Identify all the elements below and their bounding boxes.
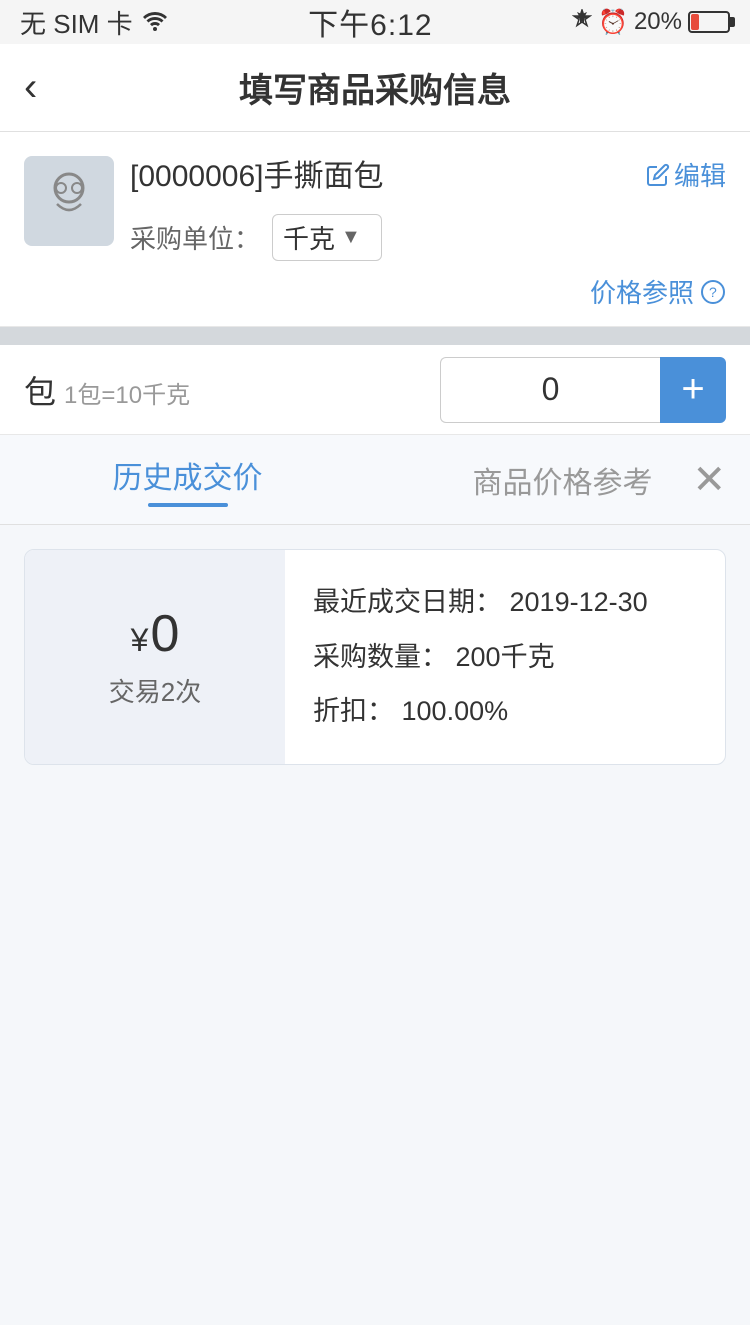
unit-select-text: 千克 [283, 219, 335, 256]
wifi-icon [141, 7, 169, 38]
edit-link[interactable]: 编辑 [646, 156, 726, 193]
unit-label: 采购单位： [130, 219, 260, 256]
trade-count: 交易2次 [109, 672, 201, 709]
quantity-unit-name: 包 [24, 367, 56, 413]
svg-text:?: ? [709, 284, 717, 300]
price-value: 0 [150, 604, 179, 664]
last-date-row: 最近成交日期： 2019-12-30 [313, 582, 697, 623]
status-bar: 无 SIM 卡 下午6:12 ⏰ 20% [0, 0, 750, 44]
price-ref-label: 价格参照 [590, 273, 694, 310]
discount-row: 折扣： 100.00% [313, 691, 697, 732]
tab-bar: 历史成交价 商品价格参考 ✕ [0, 435, 750, 525]
section-divider [0, 327, 750, 345]
tab-price-ref-label: 商品价格参考 [473, 458, 653, 502]
tab-history-label: 历史成交价 [113, 453, 263, 497]
unit-dropdown-arrow-icon: ▼ [341, 226, 361, 249]
discount-label: 折扣： [313, 696, 394, 726]
price-ref-row: 价格参照 ? [24, 273, 726, 310]
battery-icon [688, 11, 730, 33]
content-area: ¥ 0 交易2次 最近成交日期： 2019-12-30 采购数量： 200千克 … [0, 525, 750, 1325]
product-thumbnail [24, 156, 114, 246]
quantity-row-detail: 采购数量： 200千克 [313, 637, 697, 678]
unit-select[interactable]: 千克 ▼ [272, 214, 382, 261]
quantity-unit-sub: 1包=10千克 [64, 375, 190, 410]
page-title: 填写商品采购信息 [239, 63, 511, 112]
edit-label: 编辑 [674, 156, 726, 193]
status-right: ⏰ 20% [572, 8, 730, 37]
nav-bar: ‹ 填写商品采购信息 [0, 44, 750, 132]
location-icon [572, 8, 592, 36]
product-header: [0000006]手撕面包 采购单位： 千克 ▼ 编辑 [24, 156, 726, 261]
currency-symbol: ¥ [131, 622, 149, 659]
discount-value: 100.00% [402, 696, 509, 726]
quantity-detail-value: 200千克 [456, 642, 555, 672]
product-info: [0000006]手撕面包 采购单位： 千克 ▼ [24, 156, 646, 261]
tab-close-button[interactable]: ✕ [692, 457, 726, 503]
quantity-control: 0 + [440, 357, 726, 423]
product-logo-icon [39, 166, 99, 236]
last-date-value: 2019-12-30 [510, 587, 648, 617]
quantity-input[interactable]: 0 [440, 357, 660, 423]
product-name: [0000006]手撕面包 [130, 156, 646, 198]
product-card: [0000006]手撕面包 采购单位： 千克 ▼ 编辑 价格参照 ? [0, 132, 750, 327]
quantity-row: 包 1包=10千克 0 + [0, 345, 750, 435]
status-left: 无 SIM 卡 [20, 4, 169, 41]
quantity-label: 包 1包=10千克 [24, 367, 190, 413]
tab-active-indicator [148, 503, 228, 507]
battery-percent: 20% [634, 8, 682, 36]
history-right-panel: 最近成交日期： 2019-12-30 采购数量： 200千克 折扣： 100.0… [285, 550, 725, 764]
quantity-detail-label: 采购数量： [313, 642, 448, 672]
history-price: ¥ 0 [131, 604, 180, 664]
history-left-panel: ¥ 0 交易2次 [25, 550, 285, 764]
product-name-wrap: [0000006]手撕面包 采购单位： 千克 ▼ [130, 156, 646, 261]
carrier-text: 无 SIM 卡 [20, 4, 133, 41]
product-unit-row: 采购单位： 千克 ▼ [130, 214, 646, 261]
alarm-icon: ⏰ [598, 8, 628, 37]
history-section: ¥ 0 交易2次 最近成交日期： 2019-12-30 采购数量： 200千克 … [0, 525, 750, 789]
last-date-label: 最近成交日期： [313, 587, 502, 617]
back-button[interactable]: ‹ [24, 65, 37, 110]
price-ref-link[interactable]: 价格参照 ? [590, 273, 726, 310]
quantity-plus-button[interactable]: + [660, 357, 726, 423]
tab-history-price[interactable]: 历史成交价 [0, 435, 375, 524]
history-card: ¥ 0 交易2次 最近成交日期： 2019-12-30 采购数量： 200千克 … [24, 549, 726, 765]
time-text: 下午6:12 [308, 0, 432, 44]
